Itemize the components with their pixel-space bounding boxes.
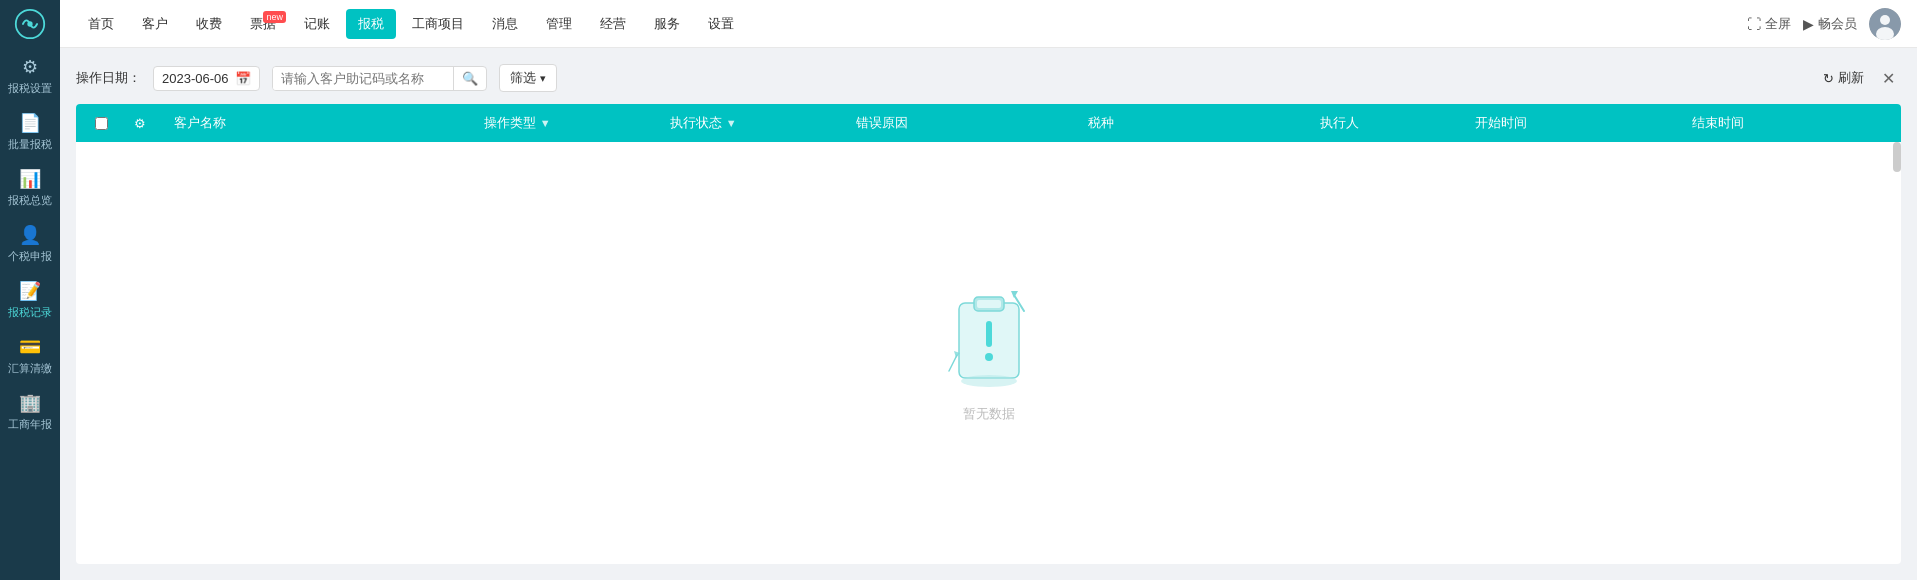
member-button[interactable]: ▶ 畅会员 [1803,15,1857,33]
nav-item-jizhang[interactable]: 记账 [292,9,342,39]
svg-line-13 [949,355,957,371]
svg-rect-8 [986,321,992,347]
sidebar-item-geshui-shenbao[interactable]: 👤 个税申报 [0,216,60,272]
sidebar-item-piliang-baoshui[interactable]: 📄 批量报税 [0,104,60,160]
fullscreen-label: 全屏 [1765,15,1791,33]
chevron-down-icon: ▾ [540,72,546,85]
nav-item-shouye[interactable]: 首页 [76,9,126,39]
sidebar-item-gongshang-nianbao[interactable]: 🏢 工商年报 [0,384,60,440]
refresh-label: 刷新 [1838,69,1864,87]
date-value: 2023-06-06 [162,71,229,86]
table-body: 暂无数据 [76,142,1901,564]
svg-point-12 [961,375,1017,387]
payment-icon: 💳 [19,336,41,358]
page-content: 操作日期： 2023-06-06 📅 🔍 筛选 ▾ ↻ 刷新 ✕ [60,48,1917,580]
app-logo [0,0,60,48]
new-badge: new [263,11,286,24]
svg-rect-7 [977,300,1001,308]
search-box: 🔍 [272,66,487,91]
th-kaishi-shijian: 开始时间 [1467,104,1684,142]
empty-state: 暂无数据 [919,263,1059,443]
sidebar-item-label: 报税设置 [8,81,52,96]
nav-item-baoshui[interactable]: 报税 [346,9,396,39]
svg-point-1 [27,21,32,26]
nav-item-xiaoxi[interactable]: 消息 [480,9,530,39]
member-label: 畅会员 [1818,15,1857,33]
video-icon: ▶ [1803,16,1814,32]
main-area: 首页 客户 收费 票据 new 记账 报税 工商项目 消息 管理 经营 服务 设… [60,0,1917,580]
th-zhixing-ren: 执行人 [1312,104,1467,142]
sidebar-item-label: 个税申报 [8,249,52,264]
sidebar-item-baoshui-zonglan[interactable]: 📊 报税总览 [0,160,60,216]
refresh-icon: ↻ [1823,71,1834,86]
th-kehu-mingcheng: 客户名称 [166,104,476,142]
user-avatar[interactable] [1869,8,1901,40]
record-icon: 📝 [19,280,41,302]
fullscreen-button[interactable]: ⛶ 全屏 [1747,15,1791,33]
sidebar-item-label: 汇算清缴 [8,361,52,376]
nav-item-shezhi[interactable]: 设置 [696,9,746,39]
th-jieshu-shijian: 结束时间 [1684,104,1901,142]
nav-item-kehu[interactable]: 客户 [130,9,180,39]
sidebar: ⚙ 报税设置 📄 批量报税 📊 报税总览 👤 个税申报 📝 报税记录 💳 汇算清… [0,0,60,580]
empty-illustration [939,283,1039,393]
sidebar-item-baoshui-shezhi[interactable]: ⚙ 报税设置 [0,48,60,104]
date-picker[interactable]: 2023-06-06 📅 [153,66,260,91]
svg-marker-11 [1011,291,1018,298]
overview-icon: 📊 [19,168,41,190]
settings-col-icon: ⚙ [134,116,146,131]
nav-item-fuwu[interactable]: 服务 [642,9,692,39]
svg-point-3 [1880,15,1890,25]
search-button[interactable]: 🔍 [453,67,486,90]
select-all-checkbox[interactable] [95,117,108,130]
th-caozuo-leixing[interactable]: 操作类型 ▼ [476,104,662,142]
filter-label: 筛选 [510,69,536,87]
th-settings[interactable]: ⚙ [126,104,166,142]
calendar-icon: 📅 [235,71,251,86]
fullscreen-icon: ⛶ [1747,16,1761,32]
refresh-button[interactable]: ↻ 刷新 [1823,69,1864,87]
nav-item-jingying[interactable]: 经营 [588,9,638,39]
filter-icon: ▼ [540,117,551,129]
nav-item-guanli[interactable]: 管理 [534,9,584,39]
th-shuizhong: 税种 [1080,104,1312,142]
sidebar-item-huisuan-jiaona[interactable]: 💳 汇算清缴 [0,328,60,384]
filter-icon: ▼ [726,117,737,129]
person-icon: 👤 [19,224,41,246]
nav-item-shoufei[interactable]: 收费 [184,9,234,39]
sidebar-item-label: 工商年报 [8,417,52,432]
nav-item-gongshang-xiangmu[interactable]: 工商项目 [400,9,476,39]
topnav-right: ⛶ 全屏 ▶ 畅会员 [1747,8,1901,40]
svg-point-9 [985,353,993,361]
empty-text: 暂无数据 [963,405,1015,423]
sidebar-item-label: 批量报税 [8,137,52,152]
toolbar: 操作日期： 2023-06-06 📅 🔍 筛选 ▾ ↻ 刷新 ✕ [76,64,1901,92]
sidebar-item-label: 报税记录 [8,305,52,320]
nav-items: 首页 客户 收费 票据 new 记账 报税 工商项目 消息 管理 经营 服务 设… [76,9,1747,39]
batch-icon: 📄 [19,112,41,134]
settings-icon: ⚙ [22,56,38,78]
table-header: ⚙ 客户名称 操作类型 ▼ 执行状态 ▼ 错误原因 税种 [76,104,1901,142]
date-label: 操作日期： [76,69,141,87]
sidebar-item-label: 报税总览 [8,193,52,208]
th-zhixing-zhuangtai[interactable]: 执行状态 ▼ [662,104,848,142]
filter-button[interactable]: 筛选 ▾ [499,64,557,92]
search-input[interactable] [273,67,453,90]
top-navigation: 首页 客户 收费 票据 new 记账 报税 工商项目 消息 管理 经营 服务 设… [60,0,1917,48]
th-cuowu-yuanyin: 错误原因 [848,104,1080,142]
data-table: ⚙ 客户名称 操作类型 ▼ 执行状态 ▼ 错误原因 税种 [76,104,1901,564]
sidebar-item-baoshui-jilu[interactable]: 📝 报税记录 [0,272,60,328]
nav-item-piaoju[interactable]: 票据 new [238,9,288,39]
close-button[interactable]: ✕ [1876,67,1901,90]
scrollbar-thumb[interactable] [1893,142,1901,172]
search-icon: 🔍 [462,71,478,86]
th-checkbox[interactable] [76,104,126,142]
annual-report-icon: 🏢 [19,392,41,414]
